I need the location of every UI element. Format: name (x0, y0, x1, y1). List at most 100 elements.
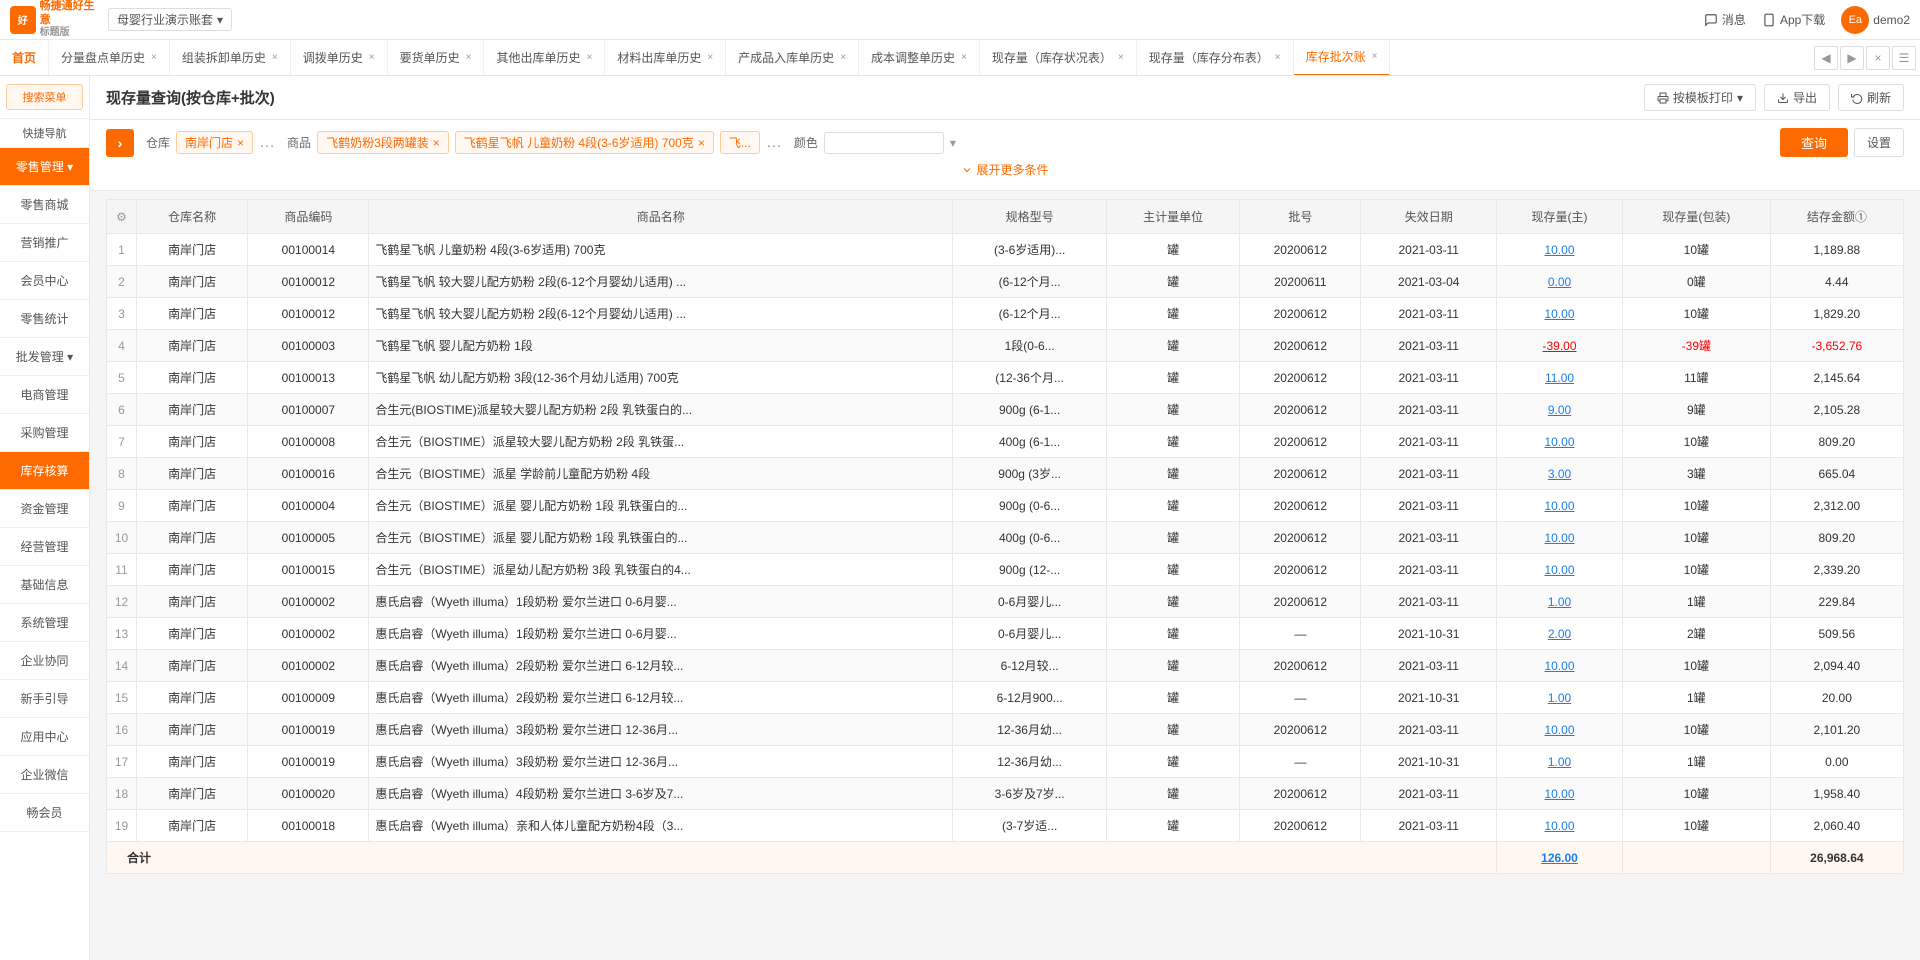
goods-tag-2[interactable]: 飞... (720, 131, 760, 154)
cell-qty[interactable]: 10.00 (1497, 234, 1623, 266)
quick-nav-btn[interactable]: 快捷导航 (0, 119, 89, 148)
color-input[interactable] (824, 132, 944, 154)
cell-qty[interactable]: -39.00 (1497, 330, 1623, 362)
close-icon[interactable]: × (466, 52, 472, 63)
close-icon[interactable]: × (840, 52, 846, 63)
sidebar-item-member2[interactable]: 畅会员 (0, 794, 89, 832)
col-batch: 批号 (1240, 200, 1361, 234)
nav-close-arrow[interactable]: × (1866, 46, 1890, 70)
tab-home[interactable]: 首页 (0, 40, 49, 76)
sidebar-item-cooperation[interactable]: 企业协同 (0, 642, 89, 680)
cell-qty[interactable]: 10.00 (1497, 426, 1623, 458)
warehouse-more-icon[interactable]: … (259, 134, 275, 152)
sidebar-item-retail[interactable]: 零售管理 ▾ (0, 148, 89, 186)
cell-expire: 2021-10-31 (1361, 746, 1497, 778)
close-icon[interactable]: × (707, 52, 713, 63)
refresh-btn[interactable]: 刷新 (1838, 84, 1904, 111)
close-icon[interactable]: × (961, 52, 967, 63)
cell-name: 合生元（BIOSTIME）派星较大婴儿配方奶粉 2段 乳铁蛋... (369, 426, 953, 458)
tab-stock2[interactable]: 现存量（库存分布表） × (1137, 40, 1294, 76)
sidebar-item-wechat[interactable]: 企业微信 (0, 756, 89, 794)
close-icon[interactable]: × (1118, 52, 1124, 63)
cell-qty[interactable]: 2.00 (1497, 618, 1623, 650)
tab-split[interactable]: 分量盘点单历史 × (49, 40, 170, 76)
tab-material[interactable]: 材料出库单历史 × (605, 40, 726, 76)
sidebar-item-retail-stats[interactable]: 零售统计 (0, 300, 89, 338)
sidebar-item-marketing[interactable]: 营销推广 (0, 224, 89, 262)
close-icon[interactable]: × (586, 52, 592, 63)
tab-cost[interactable]: 成本调整单历史 × (859, 40, 980, 76)
close-icon[interactable]: × (151, 52, 157, 63)
tab-dismantle[interactable]: 组装拆卸单历史 × (170, 40, 291, 76)
cell-qty[interactable]: 0.00 (1497, 266, 1623, 298)
table-row: 17 南岸门店 00100019 惠氏启睿（Wyeth illuma）3段奶粉 … (107, 746, 1904, 778)
warehouse-tag[interactable]: 南岸门店 × (176, 131, 253, 154)
cell-qty[interactable]: 10.00 (1497, 522, 1623, 554)
close-icon[interactable]: × (369, 52, 375, 63)
cell-batch: 20200612 (1240, 330, 1361, 362)
goods-tag-remove-1[interactable]: × (698, 136, 705, 150)
cell-qty[interactable]: 10.00 (1497, 298, 1623, 330)
cell-qty[interactable]: 10.00 (1497, 810, 1623, 842)
filter-expand-btn[interactable]: › (106, 129, 134, 157)
org-selector[interactable]: 母婴行业演示账套 ▾ (108, 8, 232, 31)
settings-btn[interactable]: 设置 (1854, 128, 1904, 157)
sidebar-item-system[interactable]: 系统管理 (0, 604, 89, 642)
goods-more-icon[interactable]: … (766, 134, 782, 152)
tab-stock1[interactable]: 现存量（库存状况表） × (980, 40, 1137, 76)
sidebar-item-retail-mall[interactable]: 零售商城 (0, 186, 89, 224)
goods-tag-remove-0[interactable]: × (433, 136, 440, 150)
print-dropdown-icon[interactable]: ▾ (1737, 91, 1743, 105)
tab-tune[interactable]: 调拨单历史 × (291, 40, 388, 76)
color-dropdown-icon[interactable]: ▾ (950, 136, 956, 150)
tab-stockbatch[interactable]: 库存批次账 × (1294, 40, 1391, 76)
warehouse-remove[interactable]: × (237, 136, 244, 150)
msg-btn[interactable]: 消息 (1704, 11, 1746, 28)
app-download-btn[interactable]: App下载 (1762, 11, 1825, 28)
cell-qty[interactable]: 1.00 (1497, 586, 1623, 618)
cell-qty[interactable]: 3.00 (1497, 458, 1623, 490)
tab-product[interactable]: 产成品入库单历史 × (726, 40, 859, 76)
expand-more-btn[interactable]: 展开更多条件 (961, 161, 1048, 178)
cell-qty[interactable]: 10.00 (1497, 650, 1623, 682)
close-icon[interactable]: × (1372, 51, 1378, 62)
sidebar-item-ecommerce[interactable]: 电商管理 (0, 376, 89, 414)
cell-qty[interactable]: 10.00 (1497, 490, 1623, 522)
goods-tag-0[interactable]: 飞鹤奶粉3段两罐装 × (317, 131, 449, 154)
sidebar-item-business[interactable]: 经营管理 (0, 528, 89, 566)
sidebar-item-finance[interactable]: 资金管理 (0, 490, 89, 528)
cell-qty[interactable]: 10.00 (1497, 554, 1623, 586)
close-icon[interactable]: × (1275, 52, 1281, 63)
tab-request[interactable]: 要货单历史 × (388, 40, 485, 76)
tab-otherout[interactable]: 其他出库单历史 × (484, 40, 605, 76)
query-btn[interactable]: 查询 (1780, 128, 1848, 157)
cell-qty[interactable]: 1.00 (1497, 746, 1623, 778)
cell-qty[interactable]: 10.00 (1497, 778, 1623, 810)
sidebar-item-basic[interactable]: 基础信息 (0, 566, 89, 604)
sidebar-item-purchase[interactable]: 采购管理 (0, 414, 89, 452)
cell-qty[interactable]: 9.00 (1497, 394, 1623, 426)
sidebar-item-guide[interactable]: 新手引导 (0, 680, 89, 718)
nav-menu-arrow[interactable]: ☰ (1892, 46, 1916, 70)
goods-tag-1[interactable]: 飞鹤星飞帆 儿童奶粉 4段(3-6岁适用) 700克 × (455, 131, 714, 154)
cell-qty[interactable]: 10.00 (1497, 714, 1623, 746)
cell-amount: 2,101.20 (1770, 714, 1903, 746)
nav-prev-arrow[interactable]: ◀ (1814, 46, 1838, 70)
sidebar-item-member[interactable]: 会员中心 (0, 262, 89, 300)
search-menu-btn[interactable]: 搜索菜单 (6, 84, 83, 110)
sidebar-item-app[interactable]: 应用中心 (0, 718, 89, 756)
print-btn[interactable]: 按模板打印 ▾ (1644, 84, 1756, 111)
export-btn[interactable]: 导出 (1764, 84, 1830, 111)
cell-batch: 20200612 (1240, 778, 1361, 810)
close-icon[interactable]: × (272, 52, 278, 63)
table-row: 11 南岸门店 00100015 合生元（BIOSTIME）派星幼儿配方奶粉 3… (107, 554, 1904, 586)
cell-qty[interactable]: 11.00 (1497, 362, 1623, 394)
nav-next-arrow[interactable]: ▶ (1840, 46, 1864, 70)
sidebar-item-inventory[interactable]: 库存核算 (0, 452, 89, 490)
cell-batch: 20200612 (1240, 586, 1361, 618)
cell-qty[interactable]: 1.00 (1497, 682, 1623, 714)
sidebar-item-wholesale[interactable]: 批发管理 ▾ (0, 338, 89, 376)
cell-batch: 20200612 (1240, 554, 1361, 586)
cell-num: 19 (107, 810, 137, 842)
user-area[interactable]: Ea demo2 (1841, 6, 1910, 34)
